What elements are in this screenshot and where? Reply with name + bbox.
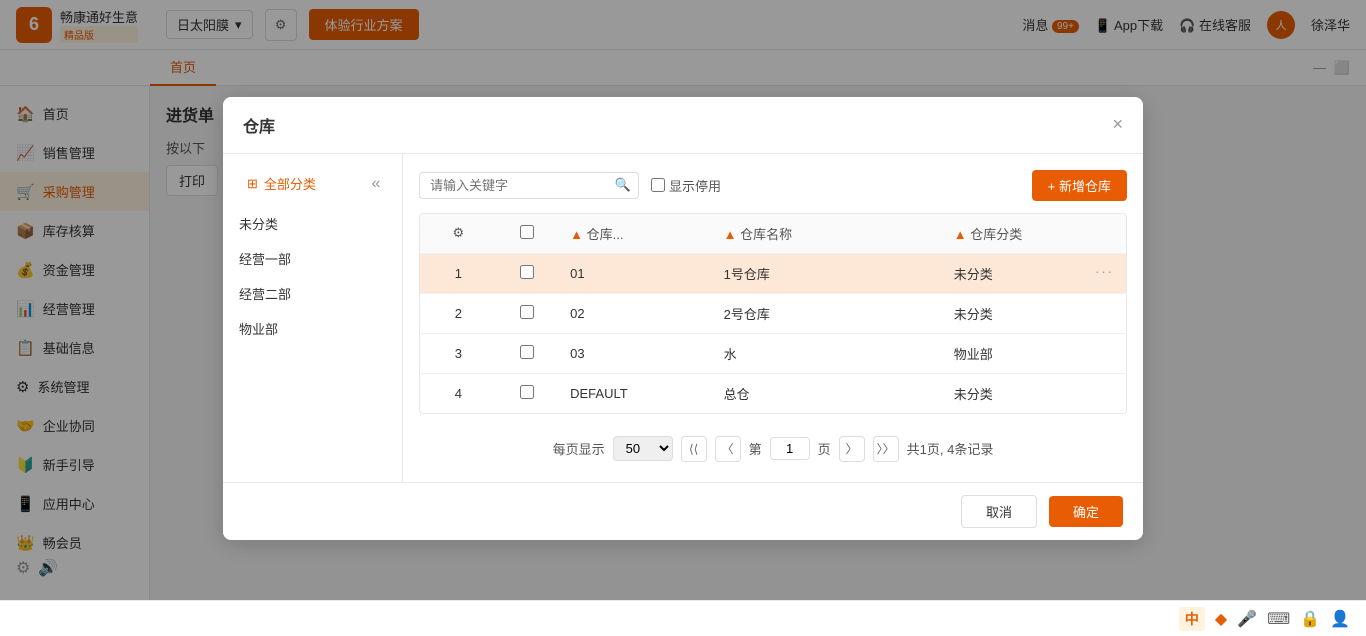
search-input[interactable] xyxy=(419,172,639,199)
page-input[interactable] xyxy=(770,437,810,460)
cat-uncategorized[interactable]: 未分类 xyxy=(223,206,402,241)
select-all-checkbox[interactable] xyxy=(520,225,534,239)
search-box: 🔍 xyxy=(419,172,639,199)
row-check[interactable] xyxy=(497,253,558,293)
row-name: 2号仓库 xyxy=(712,293,942,333)
show-disabled-checkbox[interactable] xyxy=(651,178,665,192)
mic-icon[interactable]: 🎤 xyxy=(1237,609,1257,629)
th-code: ▲ 仓库... xyxy=(558,214,711,254)
th-check xyxy=(497,214,558,254)
total-info: 共1页, 4条记录 xyxy=(907,439,994,458)
confirm-button[interactable]: 确定 xyxy=(1049,496,1123,527)
last-page-button[interactable]: 〉〉 xyxy=(873,436,899,462)
table-header-row: ⚙ ▲ 仓库... ▲ 仓库名称 xyxy=(420,214,1126,254)
row-num: 3 xyxy=(420,333,497,373)
row-check[interactable] xyxy=(497,293,558,333)
modal-overlay: 仓库 × ⊞ 全部分类 « 未分类 经营一部 xyxy=(0,0,1366,636)
warehouse-table: ⚙ ▲ 仓库... ▲ 仓库名称 xyxy=(419,213,1127,414)
row-checkbox[interactable] xyxy=(520,345,534,359)
modal-body: ⊞ 全部分类 « 未分类 经营一部 经营二部 物业部 xyxy=(223,154,1143,482)
sort-cat-icon: ▲ xyxy=(954,227,967,242)
table-row[interactable]: 1 01 1号仓库 未分类 ··· xyxy=(420,253,1126,293)
row-code: DEFAULT xyxy=(558,373,711,413)
table-row[interactable]: 2 02 2号仓库 未分类 xyxy=(420,293,1126,333)
category-sidebar: ⊞ 全部分类 « 未分类 经营一部 经营二部 物业部 xyxy=(223,154,403,482)
row-num: 1 xyxy=(420,253,497,293)
bottom-bar: 中 ◆ 🎤 ⌨ 🔒 👤 xyxy=(0,600,1366,636)
th-name: ▲ 仓库名称 xyxy=(712,214,942,254)
show-disabled-label[interactable]: 显示停用 xyxy=(651,176,721,195)
row-num: 2 xyxy=(420,293,497,333)
th-gear: ⚙ xyxy=(420,214,497,254)
table-row[interactable]: 4 DEFAULT 总仓 未分类 xyxy=(420,373,1126,413)
modal-footer: 取消 确定 xyxy=(223,482,1143,540)
row-checkbox[interactable] xyxy=(520,305,534,319)
collapse-button[interactable]: « xyxy=(362,170,390,198)
cancel-button[interactable]: 取消 xyxy=(961,495,1037,528)
row-code: 01 xyxy=(558,253,711,293)
warehouse-modal: 仓库 × ⊞ 全部分类 « 未分类 经营一部 xyxy=(223,97,1143,540)
row-code: 02 xyxy=(558,293,711,333)
search-icon[interactable]: 🔍 xyxy=(615,177,631,193)
row-code: 03 xyxy=(558,333,711,373)
sort-icon: ▲ xyxy=(570,227,583,242)
table: ⚙ ▲ 仓库... ▲ 仓库名称 xyxy=(420,214,1126,413)
row-category: 未分类 xyxy=(942,373,1126,413)
row-category: 物业部 xyxy=(942,333,1126,373)
th-category: ▲ 仓库分类 xyxy=(942,214,1126,254)
grid-icon: ⊞ xyxy=(247,176,258,192)
close-button[interactable]: × xyxy=(1112,114,1123,135)
prev-page-button[interactable]: 〈 xyxy=(715,436,741,462)
row-num: 4 xyxy=(420,373,497,413)
modal-main: 🔍 显示停用 + 新增仓库 ⚙ xyxy=(403,154,1143,482)
row-name: 总仓 xyxy=(712,373,942,413)
row-name: 1号仓库 xyxy=(712,253,942,293)
first-page-button[interactable]: ⟨⟨ xyxy=(681,436,707,462)
zh-icon[interactable]: 中 xyxy=(1179,607,1205,631)
user-icon[interactable]: 👤 xyxy=(1330,609,1350,629)
cat-property[interactable]: 物业部 xyxy=(223,311,402,346)
per-page-select[interactable]: 50 10 20 100 xyxy=(613,436,673,461)
row-checkbox[interactable] xyxy=(520,385,534,399)
cat-all[interactable]: ⊞ 全部分类 xyxy=(231,166,332,201)
lock-icon[interactable]: 🔒 xyxy=(1300,609,1320,629)
cat-operations-2[interactable]: 经营二部 xyxy=(223,276,402,311)
row-check[interactable] xyxy=(497,373,558,413)
row-category: 未分类 ··· xyxy=(942,253,1126,293)
next-page-button[interactable]: 〉 xyxy=(839,436,865,462)
row-category: 未分类 xyxy=(942,293,1126,333)
search-bar: 🔍 显示停用 + 新增仓库 xyxy=(419,170,1127,201)
cat-operations-1[interactable]: 经营一部 xyxy=(223,241,402,276)
table-row[interactable]: 3 03 水 物业部 xyxy=(420,333,1126,373)
modal-title: 仓库 xyxy=(243,113,275,137)
row-check[interactable] xyxy=(497,333,558,373)
add-warehouse-button[interactable]: + 新增仓库 xyxy=(1032,170,1127,201)
row-name: 水 xyxy=(712,333,942,373)
pagination: 每页显示 50 10 20 100 ⟨⟨ 〈 第 页 〉 〉〉 共1页, 4条记… xyxy=(419,426,1127,466)
row-actions[interactable]: ··· xyxy=(1095,264,1114,279)
sort-name-icon: ▲ xyxy=(724,227,737,242)
dot-icon: ◆ xyxy=(1215,609,1227,629)
keyboard-icon[interactable]: ⌨ xyxy=(1267,609,1290,629)
modal-header: 仓库 × xyxy=(223,97,1143,154)
row-checkbox[interactable] xyxy=(520,265,534,279)
